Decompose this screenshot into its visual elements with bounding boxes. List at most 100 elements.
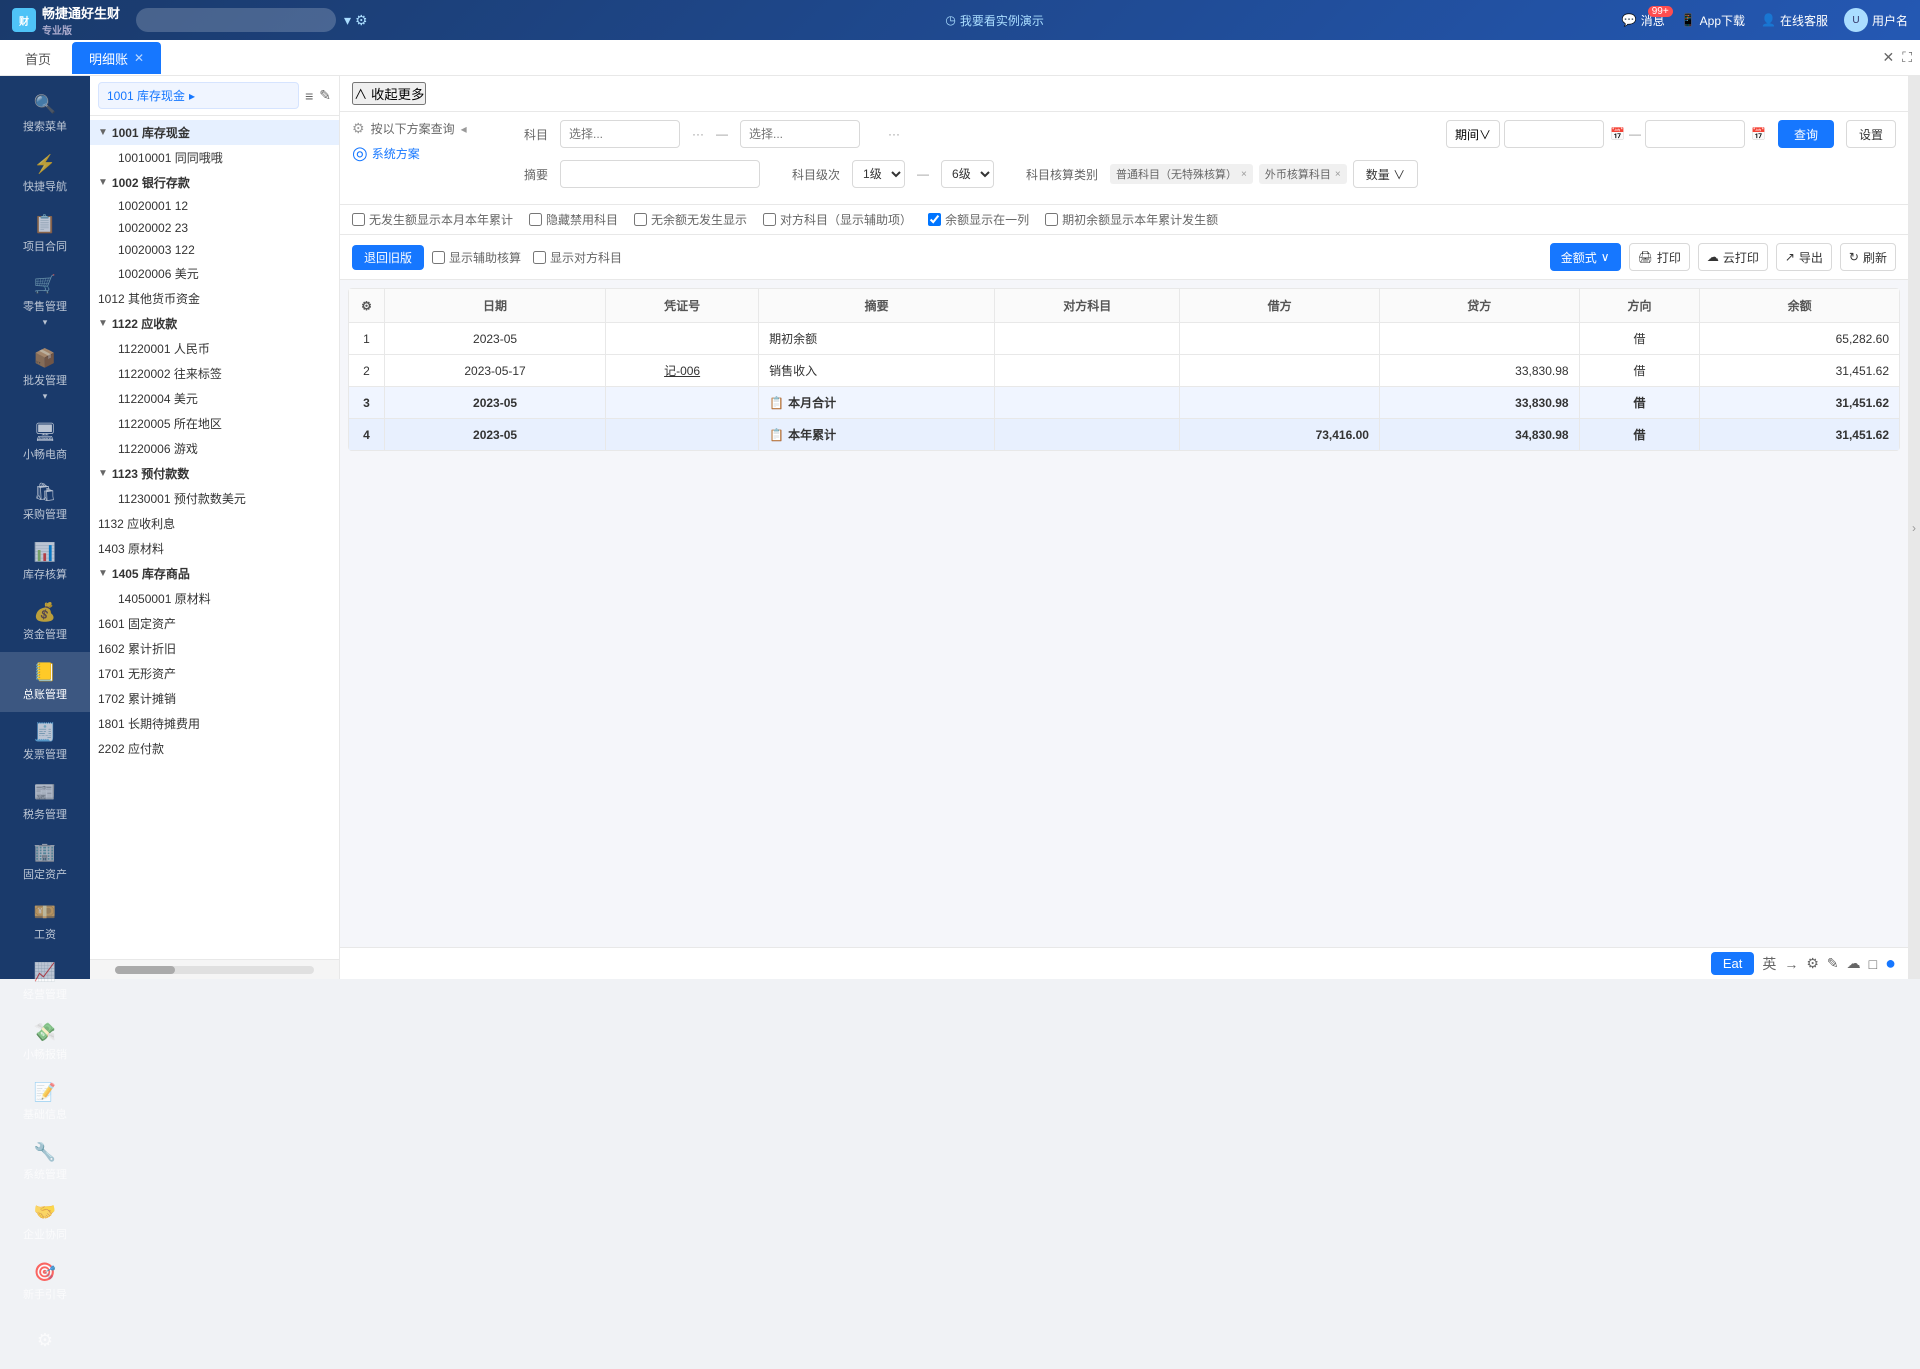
tree-item-1002[interactable]: ▼ 1002 银行存款 — [90, 170, 339, 195]
checkbox-opposite-subject-input[interactable] — [763, 213, 776, 226]
bottom-lang-icon[interactable]: 英 — [1762, 954, 1776, 974]
tab-close-icon[interactable]: ✕ — [134, 51, 144, 65]
sidebar-item-guide[interactable]: 🎯 新手引导 — [0, 1252, 90, 1312]
sidebar-item-purchase[interactable]: 🛍 采购管理 — [0, 472, 90, 532]
top-search[interactable] — [136, 8, 336, 32]
sidebar-item-assets[interactable]: 🏢 固定资产 — [0, 832, 90, 892]
calendar-end-icon[interactable]: 📅 — [1751, 127, 1766, 141]
scheme-name[interactable]: ◎ 系统方案 — [352, 143, 512, 164]
sidebar-item-salary[interactable]: 💴 工资 — [0, 892, 90, 952]
setting-button[interactable]: 设置 — [1846, 120, 1896, 148]
demo-link[interactable]: ◷ 我要看实例演示 — [945, 12, 1044, 29]
sidebar-item-management[interactable]: 📈 经营管理 — [0, 952, 90, 1012]
amount-format-button[interactable]: 金额式 ∨ — [1550, 243, 1621, 271]
tree-item-1701[interactable]: 1701 无形资产 — [90, 661, 339, 686]
tree-item-10020003[interactable]: 10020003 122 — [90, 239, 339, 261]
checkbox-no-balance[interactable]: 无发生额显示本月本年累计 — [352, 211, 513, 228]
tree-item-10020002[interactable]: 10020002 23 — [90, 217, 339, 239]
tree-item-2202[interactable]: 2202 应付款 — [90, 736, 339, 761]
tree-item-10010001[interactable]: 10010001 同同哦哦 — [90, 145, 339, 170]
quantity-dropdown-btn[interactable]: 数量 ∨ — [1353, 160, 1418, 188]
period-dropdown-btn[interactable]: 期间∨ — [1446, 120, 1500, 148]
tree-item-1405[interactable]: ▼ 1405 库存商品 — [90, 561, 339, 586]
sidebar-item-basic-info[interactable]: 📝 基础信息 — [0, 1072, 90, 1132]
tree-item-11220005[interactable]: 11220005 所在地区 — [90, 411, 339, 436]
tree-item-11220006[interactable]: 11220006 游戏 — [90, 436, 339, 461]
bottom-cloud-icon[interactable]: ☁ — [1847, 955, 1861, 972]
bottom-eat-button[interactable]: Eat — [1711, 952, 1755, 975]
tab-close-all-icon[interactable]: ✕ — [1882, 49, 1894, 66]
sidebar-item-search[interactable]: 🔍 搜索菜单 — [0, 84, 90, 144]
bottom-square-icon[interactable]: □ — [1869, 956, 1877, 972]
cloud-print-button[interactable]: ☁ 云打印 — [1698, 243, 1768, 271]
tab-detail-account[interactable]: 明细账 ✕ — [72, 42, 161, 74]
period-start-input[interactable]: 2023-05 — [1504, 120, 1604, 148]
sidebar-item-project[interactable]: 📋 项目合同 — [0, 204, 90, 264]
level-start-select[interactable]: 1级2级3级 — [852, 160, 905, 188]
subject-end-input[interactable] — [740, 120, 860, 148]
right-sidebar[interactable]: › — [1908, 76, 1920, 979]
message-button[interactable]: 💬 消息 99+ — [1622, 12, 1665, 29]
checkbox-hide-disabled-input[interactable] — [529, 213, 542, 226]
tree-item-11220004[interactable]: 11220004 美元 — [90, 386, 339, 411]
sidebar-item-reimbursement[interactable]: 💸 小畅报销 — [0, 1012, 90, 1072]
search-input[interactable] — [136, 8, 336, 32]
tree-item-1001[interactable]: ▼ 1001 库存现金 — [90, 120, 339, 145]
tag-normal-close-icon[interactable]: × — [1241, 169, 1247, 180]
checkbox-no-balance-no-occurrence[interactable]: 无余额无发生显示 — [634, 211, 747, 228]
tree-item-10020006[interactable]: 10020006 美元 — [90, 261, 339, 286]
bottom-arrow-icon[interactable]: → — [1784, 956, 1798, 972]
sidebar-item-ecommerce[interactable]: 🖥 小畅电商 — [0, 412, 90, 472]
td-voucher-2[interactable]: 记-006 — [606, 355, 759, 387]
calendar-start-icon[interactable]: 📅 — [1610, 127, 1625, 141]
list-view-icon[interactable]: ≡ — [305, 88, 313, 104]
level-end-select[interactable]: 6级5级4级 — [941, 160, 994, 188]
tab-home[interactable]: 首页 — [8, 42, 68, 74]
period-end-input[interactable]: 2023-05 — [1645, 120, 1745, 148]
tree-item-1122[interactable]: ▼ 1122 应收款 — [90, 311, 339, 336]
query-button[interactable]: 查询 — [1778, 120, 1834, 148]
checkbox-opposite-subject[interactable]: 对方科目（显示辅助项） — [763, 211, 912, 228]
sidebar-item-system[interactable]: 🔧 系统管理 — [0, 1132, 90, 1192]
show-opposite-checkbox[interactable]: 显示对方科目 — [533, 249, 622, 266]
current-account-selector[interactable]: 1001 库存现金 ▸ — [98, 82, 299, 109]
summary-input[interactable] — [560, 160, 760, 188]
checkbox-balance-in-one-col-input[interactable] — [928, 213, 941, 226]
settings-icon[interactable]: ⚙ — [355, 12, 368, 29]
tree-item-11220001[interactable]: 11220001 人民币 — [90, 336, 339, 361]
bottom-edit-icon[interactable]: ✎ — [1827, 955, 1839, 972]
sidebar-item-inventory[interactable]: 📊 库存核算 — [0, 532, 90, 592]
sidebar-item-cooperation[interactable]: 🤝 企业协同 — [0, 1192, 90, 1252]
online-service-button[interactable]: 👤 在线客服 — [1761, 12, 1828, 29]
bottom-blue-circle-icon[interactable]: ● — [1885, 953, 1896, 974]
show-assist-input[interactable] — [432, 251, 445, 264]
user-avatar[interactable]: U 用户名 — [1844, 8, 1908, 32]
app-download-button[interactable]: 📱 App下载 — [1681, 12, 1745, 29]
tree-item-1012[interactable]: 1012 其他货币资金 — [90, 286, 339, 311]
tree-item-1403[interactable]: 1403 原材料 — [90, 536, 339, 561]
sidebar-item-settings[interactable]: ⚙ — [33, 1320, 57, 1361]
checkbox-no-balance-input[interactable] — [352, 213, 365, 226]
print-button[interactable]: 🖨 打印 — [1629, 243, 1690, 271]
tree-item-1132[interactable]: 1132 应收利息 — [90, 511, 339, 536]
tree-item-1602[interactable]: 1602 累计折旧 — [90, 636, 339, 661]
tree-item-11230001[interactable]: 11230001 预付款数美元 — [90, 486, 339, 511]
checkbox-no-balance-no-occurrence-input[interactable] — [634, 213, 647, 226]
tab-expand-icon[interactable]: ⛶ — [1902, 49, 1912, 66]
sidebar-item-wholesale[interactable]: 📦 批发管理 ▾ — [0, 338, 90, 412]
export-button[interactable]: ↗ 导出 — [1776, 243, 1832, 271]
th-settings[interactable]: ⚙ — [349, 289, 385, 323]
tree-item-1702[interactable]: 1702 累计摊销 — [90, 686, 339, 711]
expand-btn[interactable]: ∧ 收起更多 — [352, 82, 426, 105]
checkbox-hide-disabled[interactable]: 隐藏禁用科目 — [529, 211, 618, 228]
sidebar-item-finance[interactable]: 💰 资金管理 — [0, 592, 90, 652]
tree-item-14050001[interactable]: 14050001 原材料 — [90, 586, 339, 611]
refresh-button[interactable]: ↻ 刷新 — [1840, 243, 1896, 271]
sidebar-item-ledger[interactable]: 📒 总账管理 — [0, 652, 90, 712]
sidebar-item-invoice[interactable]: 🧾 发票管理 — [0, 712, 90, 772]
dropdown-icon[interactable]: ▾ — [344, 12, 351, 29]
tree-item-10020001[interactable]: 10020001 12 — [90, 195, 339, 217]
checkbox-balance-in-one-col[interactable]: 余额显示在一列 — [928, 211, 1029, 228]
subject-start-input[interactable] — [560, 120, 680, 148]
tree-item-1601[interactable]: 1601 固定资产 — [90, 611, 339, 636]
